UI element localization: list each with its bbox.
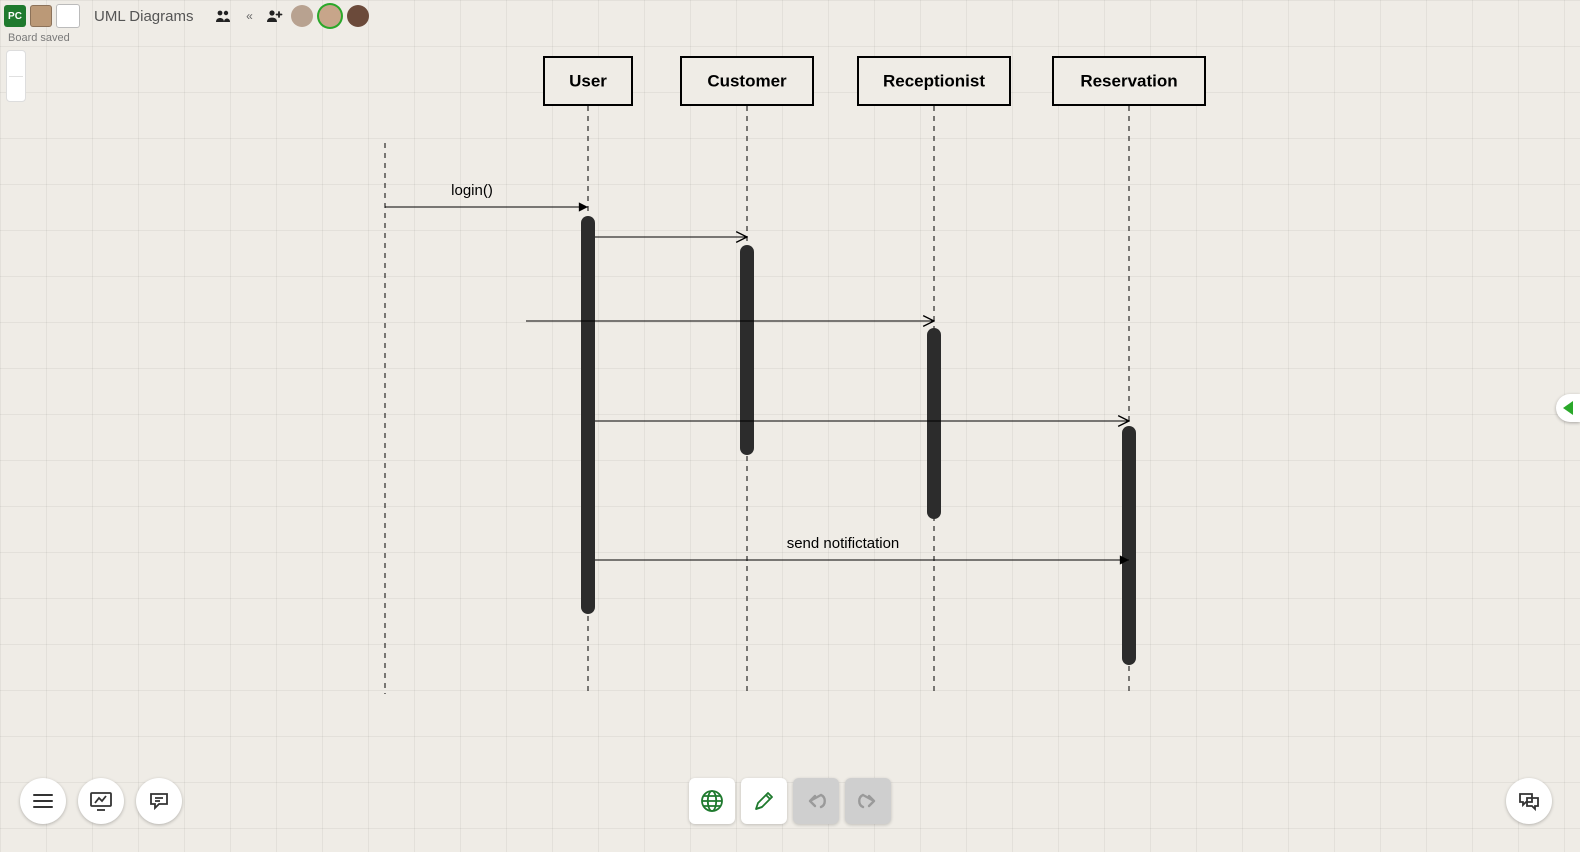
globe-button[interactable] [689, 778, 735, 824]
undo-button[interactable] [793, 778, 839, 824]
expand-panel-button[interactable] [1556, 394, 1580, 422]
svg-text:Reservation: Reservation [1080, 71, 1177, 90]
save-status: Board saved [8, 32, 70, 44]
chevron-left-icon [1563, 401, 1573, 415]
comment-button[interactable] [136, 778, 182, 824]
svg-text:Customer: Customer [707, 71, 787, 90]
svg-text:login(): login() [451, 182, 493, 199]
owner-avatar[interactable] [30, 5, 52, 27]
workspace-badge[interactable]: PC [4, 5, 26, 27]
zoom-control[interactable] [6, 50, 26, 102]
add-user-icon[interactable] [265, 6, 285, 26]
collapse-icon[interactable]: « [239, 6, 259, 26]
board-title[interactable]: UML Diagrams [94, 8, 193, 25]
collab-avatar-2[interactable] [319, 5, 341, 27]
svg-text:Receptionist: Receptionist [883, 71, 985, 90]
svg-text:User: User [569, 71, 607, 90]
pencil-button[interactable] [741, 778, 787, 824]
chat-button[interactable] [1506, 778, 1552, 824]
svg-text:send notifictation: send notifictation [787, 535, 900, 552]
collab-avatar-3[interactable] [347, 5, 369, 27]
users-icon[interactable] [213, 6, 233, 26]
redo-button[interactable] [845, 778, 891, 824]
board-icon[interactable] [56, 4, 80, 28]
sequence-diagram[interactable]: User Customer Receptionist Reservation login… [0, 0, 1580, 852]
collab-avatar-1[interactable] [291, 5, 313, 27]
list-view-button[interactable] [20, 778, 66, 824]
present-button[interactable] [78, 778, 124, 824]
